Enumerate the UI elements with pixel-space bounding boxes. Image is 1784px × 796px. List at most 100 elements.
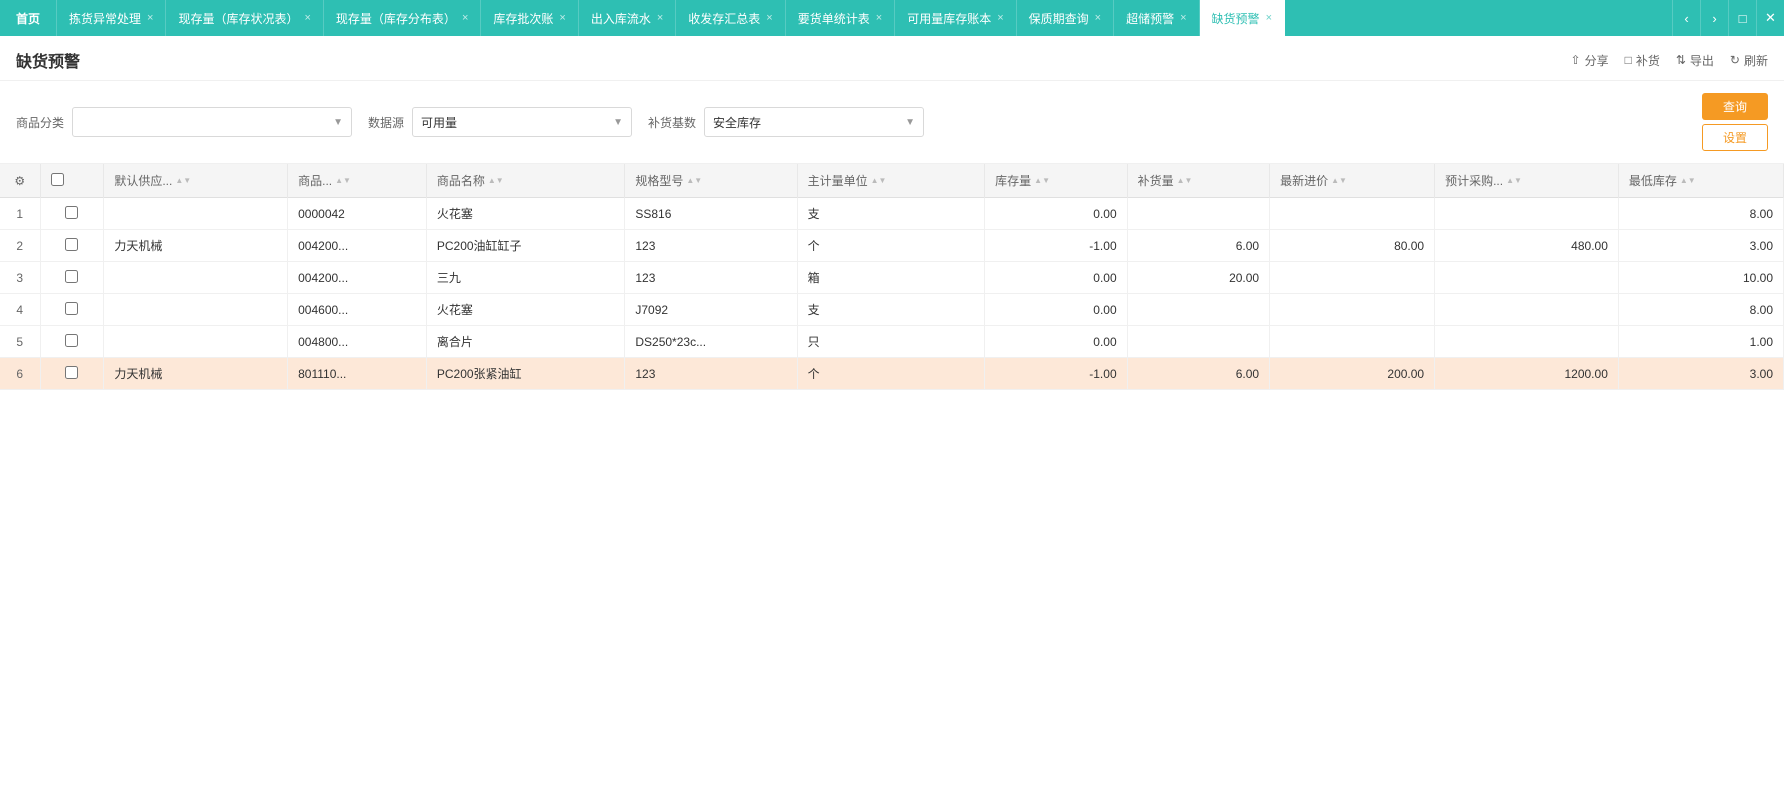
col-replenish-qty: 补货量 ▲▼ — [1127, 164, 1269, 198]
tab-home[interactable]: 首页 — [0, 0, 57, 36]
tab-demand-stat[interactable]: 要货单统计表× — [786, 0, 895, 36]
settings-button[interactable]: 设置 — [1702, 124, 1768, 151]
sort-stock[interactable]: 库存量 ▲▼ — [995, 172, 1050, 189]
tab-inventory-status[interactable]: 现存量（库存状况表）× — [166, 0, 323, 36]
replenish-base-select-text: 安全库存 — [713, 114, 905, 131]
share-button[interactable]: ⇧ 分享 — [1571, 52, 1609, 69]
row-checkbox[interactable] — [65, 366, 78, 379]
table-row: 6力天机械801110...PC200张紧油缸123个-1.006.00200.… — [0, 358, 1784, 390]
cell-product-code: 004200... — [288, 262, 427, 294]
close-tab-abnormal-icon[interactable]: × — [147, 12, 153, 24]
tab-restore[interactable]: □ — [1728, 0, 1756, 36]
sort-arrows-product-code: ▲▼ — [335, 177, 351, 185]
cell-latest-price — [1270, 262, 1435, 294]
cell-stock: -1.00 — [985, 230, 1127, 262]
close-tab-batch-account-icon[interactable]: × — [559, 12, 565, 24]
sort-product-name[interactable]: 商品名称 ▲▼ — [437, 172, 504, 189]
sort-default-supplier[interactable]: 默认供应... ▲▼ — [114, 172, 191, 189]
cell-spec: DS250*23c... — [625, 326, 797, 358]
tab-shortage[interactable]: 缺货预警× — [1200, 0, 1285, 36]
col-default-supplier-label: 默认供应... — [114, 172, 172, 189]
sort-min-stock[interactable]: 最低库存 ▲▼ — [1629, 172, 1696, 189]
close-tab-receipt-summary-icon[interactable]: × — [766, 12, 772, 24]
tab-receipt-summary[interactable]: 收发存汇总表× — [676, 0, 785, 36]
col-unit-label: 主计量单位 — [808, 172, 868, 189]
datasource-select[interactable]: 可用量 ▼ — [412, 107, 632, 137]
sort-replenish-qty[interactable]: 补货量 ▲▼ — [1138, 172, 1193, 189]
cell-estimated-purchase — [1435, 262, 1619, 294]
close-tab-in-out-flow-icon[interactable]: × — [657, 12, 663, 24]
tab-close-all[interactable]: ✕ — [1756, 0, 1784, 36]
cell-estimated-purchase: 1200.00 — [1435, 358, 1619, 390]
row-checkbox[interactable] — [65, 270, 78, 283]
row-number: 4 — [0, 294, 40, 326]
col-estimated-purchase-label: 预计采购... — [1445, 172, 1503, 189]
query-button[interactable]: 查询 — [1702, 93, 1768, 120]
close-tab-available-ledger-icon[interactable]: × — [997, 12, 1003, 24]
cell-replenish-qty: 6.00 — [1127, 230, 1269, 262]
sort-spec[interactable]: 规格型号 ▲▼ — [635, 172, 702, 189]
main-content: 缺货预警 ⇧ 分享 □ 补货 ⇅ 导出 ↻ 刷新 商品分类 — [0, 36, 1784, 796]
datasource-filter-group: 数据源 可用量 ▼ — [368, 107, 632, 137]
cell-latest-price — [1270, 198, 1435, 230]
row-number: 1 — [0, 198, 40, 230]
tab-inventory-dist[interactable]: 现存量（库存分布表）× — [324, 0, 481, 36]
tab-batch-account[interactable]: 库存批次账× — [481, 0, 578, 36]
sort-arrows-product-name: ▲▼ — [488, 177, 504, 185]
tab-scroll-right[interactable]: › — [1700, 0, 1728, 36]
datasource-label: 数据源 — [368, 114, 404, 131]
tab-expiry-query[interactable]: 保质期查询× — [1017, 0, 1114, 36]
refresh-button[interactable]: ↻ 刷新 — [1730, 52, 1768, 69]
sort-estimated-purchase[interactable]: 预计采购... ▲▼ — [1445, 172, 1522, 189]
sort-arrows-latest-price: ▲▼ — [1331, 177, 1347, 185]
tab-scroll-left[interactable]: ‹ — [1672, 0, 1700, 36]
col-checkbox — [40, 164, 104, 198]
close-tab-inventory-status-icon[interactable]: × — [304, 12, 310, 24]
col-unit: 主计量单位 ▲▼ — [797, 164, 985, 198]
export-button[interactable]: ⇅ 导出 — [1676, 52, 1714, 69]
replenish-base-select[interactable]: 安全库存 ▼ — [704, 107, 924, 137]
tab-overstock[interactable]: 超储预警× — [1114, 0, 1199, 36]
row-checkbox-cell — [40, 294, 104, 326]
close-tab-shortage-icon[interactable]: × — [1266, 12, 1272, 24]
close-tab-overstock-icon[interactable]: × — [1180, 12, 1186, 24]
share-icon: ⇧ — [1571, 53, 1581, 67]
cell-default-supplier: 力天机械 — [104, 358, 288, 390]
tab-in-out-flow[interactable]: 出入库流水× — [579, 0, 676, 36]
cell-stock: 0.00 — [985, 262, 1127, 294]
row-checkbox[interactable] — [65, 334, 78, 347]
row-checkbox[interactable] — [65, 302, 78, 315]
select-all-checkbox[interactable] — [51, 173, 64, 186]
col-stock: 库存量 ▲▼ — [985, 164, 1127, 198]
cell-product-name: PC200张紧油缸 — [426, 358, 625, 390]
cell-default-supplier — [104, 262, 288, 294]
replenish-icon: □ — [1625, 53, 1632, 67]
refresh-label: 刷新 — [1744, 52, 1768, 69]
tab-abnormal[interactable]: 拣货异常处理× — [57, 0, 166, 36]
export-icon: ⇅ — [1676, 53, 1686, 67]
cell-product-name: 火花塞 — [426, 294, 625, 326]
column-settings-icon[interactable]: ⚙ — [14, 174, 25, 188]
col-spec-label: 规格型号 — [635, 172, 683, 189]
cell-replenish-qty — [1127, 326, 1269, 358]
close-tab-demand-stat-icon[interactable]: × — [876, 12, 882, 24]
cell-min-stock: 1.00 — [1618, 326, 1783, 358]
cell-default-supplier — [104, 198, 288, 230]
tab-available-ledger[interactable]: 可用量库存账本× — [895, 0, 1016, 36]
sort-latest-price[interactable]: 最新进价 ▲▼ — [1280, 172, 1347, 189]
close-tab-expiry-query-icon[interactable]: × — [1095, 12, 1101, 24]
cell-spec: SS816 — [625, 198, 797, 230]
sort-product-code[interactable]: 商品... ▲▼ — [298, 172, 351, 189]
row-checkbox-cell — [40, 230, 104, 262]
share-label: 分享 — [1585, 52, 1609, 69]
sort-unit[interactable]: 主计量单位 ▲▼ — [808, 172, 887, 189]
cell-product-code: 801110... — [288, 358, 427, 390]
close-tab-inventory-dist-icon[interactable]: × — [462, 12, 468, 24]
row-checkbox[interactable] — [65, 238, 78, 251]
category-select[interactable]: ▼ — [72, 107, 352, 137]
cell-stock: -1.00 — [985, 358, 1127, 390]
col-settings[interactable]: ⚙ — [0, 164, 40, 198]
row-checkbox[interactable] — [65, 206, 78, 219]
replenish-button[interactable]: □ 补货 — [1625, 52, 1660, 69]
table-row: 5004800...离合片DS250*23c...只0.001.00 — [0, 326, 1784, 358]
